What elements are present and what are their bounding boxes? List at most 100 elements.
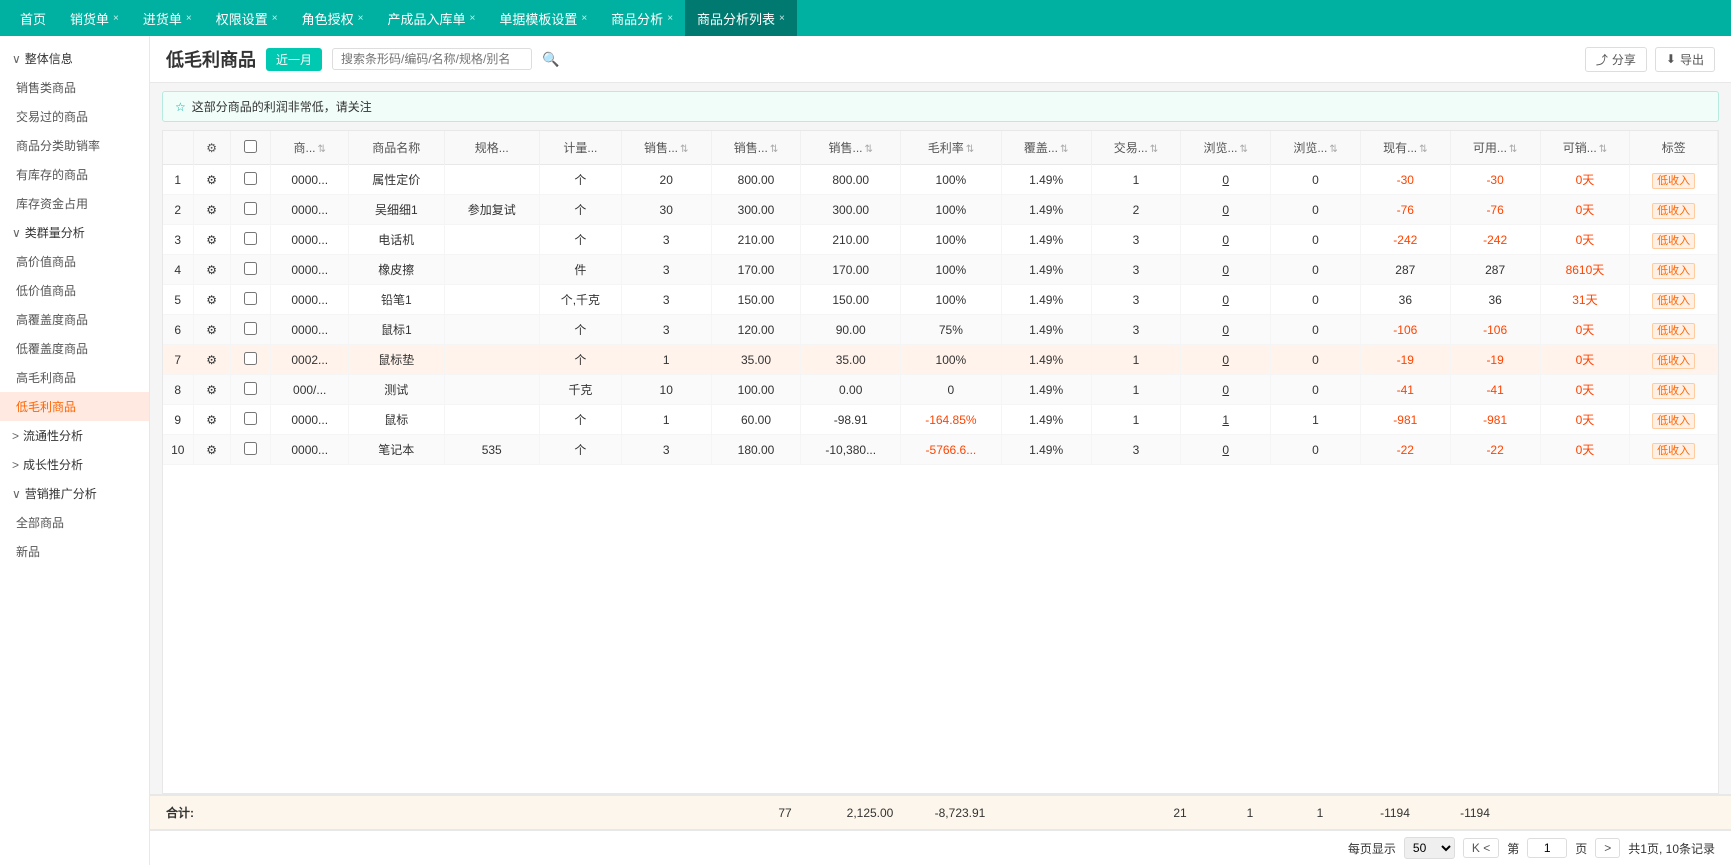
cell-checkbox[interactable] <box>230 345 271 375</box>
view-link[interactable]: 0 <box>1222 353 1229 367</box>
cell-checkbox[interactable] <box>230 255 271 285</box>
nav-close-icon[interactable]: × <box>113 13 119 24</box>
sidebar-group-成长性分析[interactable]: >成长性分析 <box>0 450 149 479</box>
sidebar-item-库存资金占用[interactable]: 库存资金占用 <box>0 189 149 218</box>
view-link[interactable]: 0 <box>1222 293 1229 307</box>
nav-item-商品分析[interactable]: 商品分析 × <box>599 0 685 36</box>
cell-checkbox[interactable] <box>230 405 271 435</box>
cell-settings[interactable]: ⚙ <box>193 165 230 195</box>
nav-item-商品分析列表[interactable]: 商品分析列表 × <box>685 0 797 36</box>
cell-settings[interactable]: ⚙ <box>193 285 230 315</box>
nav-item-权限设置[interactable]: 权限设置 × <box>204 0 290 36</box>
sidebar-item-销售类商品[interactable]: 销售类商品 <box>0 73 149 102</box>
per-page-select[interactable]: 50 100 <box>1404 837 1455 859</box>
cell-checkbox[interactable] <box>230 195 271 225</box>
cell-settings[interactable]: ⚙ <box>193 225 230 255</box>
sidebar-item-商品分类助销率[interactable]: 商品分类助销率 <box>0 131 149 160</box>
view-link[interactable]: 0 <box>1222 173 1229 187</box>
cell-checkbox[interactable] <box>230 165 271 195</box>
nav-close-icon[interactable]: × <box>358 13 364 24</box>
export-button[interactable]: ⬇ 导出 <box>1655 47 1715 72</box>
cell-spec <box>444 345 539 375</box>
sidebar-item-高毛利商品[interactable]: 高毛利商品 <box>0 363 149 392</box>
cell-view2: 0 <box>1271 435 1361 465</box>
nav-close-icon[interactable]: × <box>779 13 785 24</box>
view-link[interactable]: 1 <box>1222 413 1229 427</box>
nav-item-角色授权[interactable]: 角色授权 × <box>290 0 376 36</box>
cell-current_stock: -76 <box>1360 195 1450 225</box>
nav-close-icon[interactable]: × <box>667 13 673 24</box>
cell-checkbox[interactable] <box>230 375 271 405</box>
cell-checkbox[interactable] <box>230 285 271 315</box>
tag-badge: 低收入 <box>1652 353 1695 369</box>
search-button[interactable]: 🔍 <box>542 51 559 68</box>
view-link[interactable]: 0 <box>1222 233 1229 247</box>
total-cell: -1194 <box>1355 806 1435 820</box>
cell-settings[interactable]: ⚙ <box>193 195 230 225</box>
sidebar-item-全部商品[interactable]: 全部商品 <box>0 508 149 537</box>
filter-button[interactable]: 近一月 <box>266 48 322 71</box>
share-button[interactable]: ⤴ 分享 <box>1585 47 1647 72</box>
next-page-button[interactable]: > <box>1595 838 1620 858</box>
cell-view1: 1 <box>1181 405 1271 435</box>
col-header-settings[interactable]: ⚙ <box>193 131 230 165</box>
sidebar-group-整体信息[interactable]: ∨整体信息 <box>0 44 149 73</box>
table-row: 1⚙0000...属性定价个20800.00800.00100%1.49%100… <box>163 165 1718 195</box>
cell-checkbox[interactable] <box>230 315 271 345</box>
cell-checkbox[interactable] <box>230 225 271 255</box>
view-link[interactable]: 0 <box>1222 443 1229 457</box>
cell-name: 橡皮擦 <box>349 255 444 285</box>
nav-close-icon[interactable]: × <box>186 13 192 24</box>
sidebar-item-交易过的商品[interactable]: 交易过的商品 <box>0 102 149 131</box>
page-input[interactable] <box>1527 838 1567 858</box>
cell-checkbox[interactable] <box>230 435 271 465</box>
pagination: 每页显示 50 100 K < 第 页 > 共1页, 10条记录 <box>150 830 1731 865</box>
sidebar-item-高价值商品[interactable]: 高价值商品 <box>0 247 149 276</box>
nav-item-单据模板设置[interactable]: 单据模板设置 × <box>487 0 599 36</box>
nav-item-产成品入库单[interactable]: 产成品入库单 × <box>375 0 487 36</box>
sidebar-item-低价值商品[interactable]: 低价值商品 <box>0 276 149 305</box>
cell-view2: 0 <box>1271 375 1361 405</box>
search-input[interactable] <box>332 48 532 70</box>
view-link[interactable]: 0 <box>1222 203 1229 217</box>
cell-trade_count: 2 <box>1091 195 1181 225</box>
sidebar-group-营销推广分析[interactable]: ∨营销推广分析 <box>0 479 149 508</box>
nav-item-销货单[interactable]: 销货单 × <box>58 0 131 36</box>
sidebar-group-流通性分析[interactable]: >流通性分析 <box>0 421 149 450</box>
nav-close-icon[interactable]: × <box>272 13 278 24</box>
view-link[interactable]: 0 <box>1222 323 1229 337</box>
cell-unit: 个 <box>539 405 621 435</box>
cell-settings[interactable]: ⚙ <box>193 375 230 405</box>
cell-code: 0000... <box>271 435 349 465</box>
view-link[interactable]: 0 <box>1222 383 1229 397</box>
sidebar-group-类群量分析[interactable]: ∨类群量分析 <box>0 218 149 247</box>
cell-no: 2 <box>163 195 193 225</box>
cell-unit: 个 <box>539 315 621 345</box>
chevron-icon: ∨ <box>12 226 21 240</box>
tag-badge: 低收入 <box>1652 323 1695 339</box>
col-header-checkbox[interactable] <box>230 131 271 165</box>
select-all-checkbox[interactable] <box>244 140 257 153</box>
sidebar-item-有库存的商品[interactable]: 有库存的商品 <box>0 160 149 189</box>
cell-unit: 个 <box>539 225 621 255</box>
nav-item-首页[interactable]: 首页 <box>8 0 58 36</box>
cell-spec <box>444 375 539 405</box>
cell-settings[interactable]: ⚙ <box>193 315 230 345</box>
first-page-button[interactable]: K < <box>1463 838 1499 858</box>
nav-close-icon[interactable]: × <box>469 13 475 24</box>
cell-trade_count: 1 <box>1091 375 1181 405</box>
view-link[interactable]: 0 <box>1222 263 1229 277</box>
nav-close-icon[interactable]: × <box>581 13 587 24</box>
sidebar-item-高覆盖度商品[interactable]: 高覆盖度商品 <box>0 305 149 334</box>
cell-settings[interactable]: ⚙ <box>193 405 230 435</box>
sidebar-item-低毛利商品[interactable]: 低毛利商品 <box>0 392 149 421</box>
sidebar-item-低覆盖度商品[interactable]: 低覆盖度商品 <box>0 334 149 363</box>
cell-settings[interactable]: ⚙ <box>193 435 230 465</box>
nav-item-进货单[interactable]: 进货单 × <box>131 0 204 36</box>
cell-settings[interactable]: ⚙ <box>193 345 230 375</box>
cell-settings[interactable]: ⚙ <box>193 255 230 285</box>
cell-no: 5 <box>163 285 193 315</box>
sidebar-item-新品[interactable]: 新品 <box>0 537 149 566</box>
cell-spec: 参加复试 <box>444 195 539 225</box>
tag-badge: 低收入 <box>1652 383 1695 399</box>
